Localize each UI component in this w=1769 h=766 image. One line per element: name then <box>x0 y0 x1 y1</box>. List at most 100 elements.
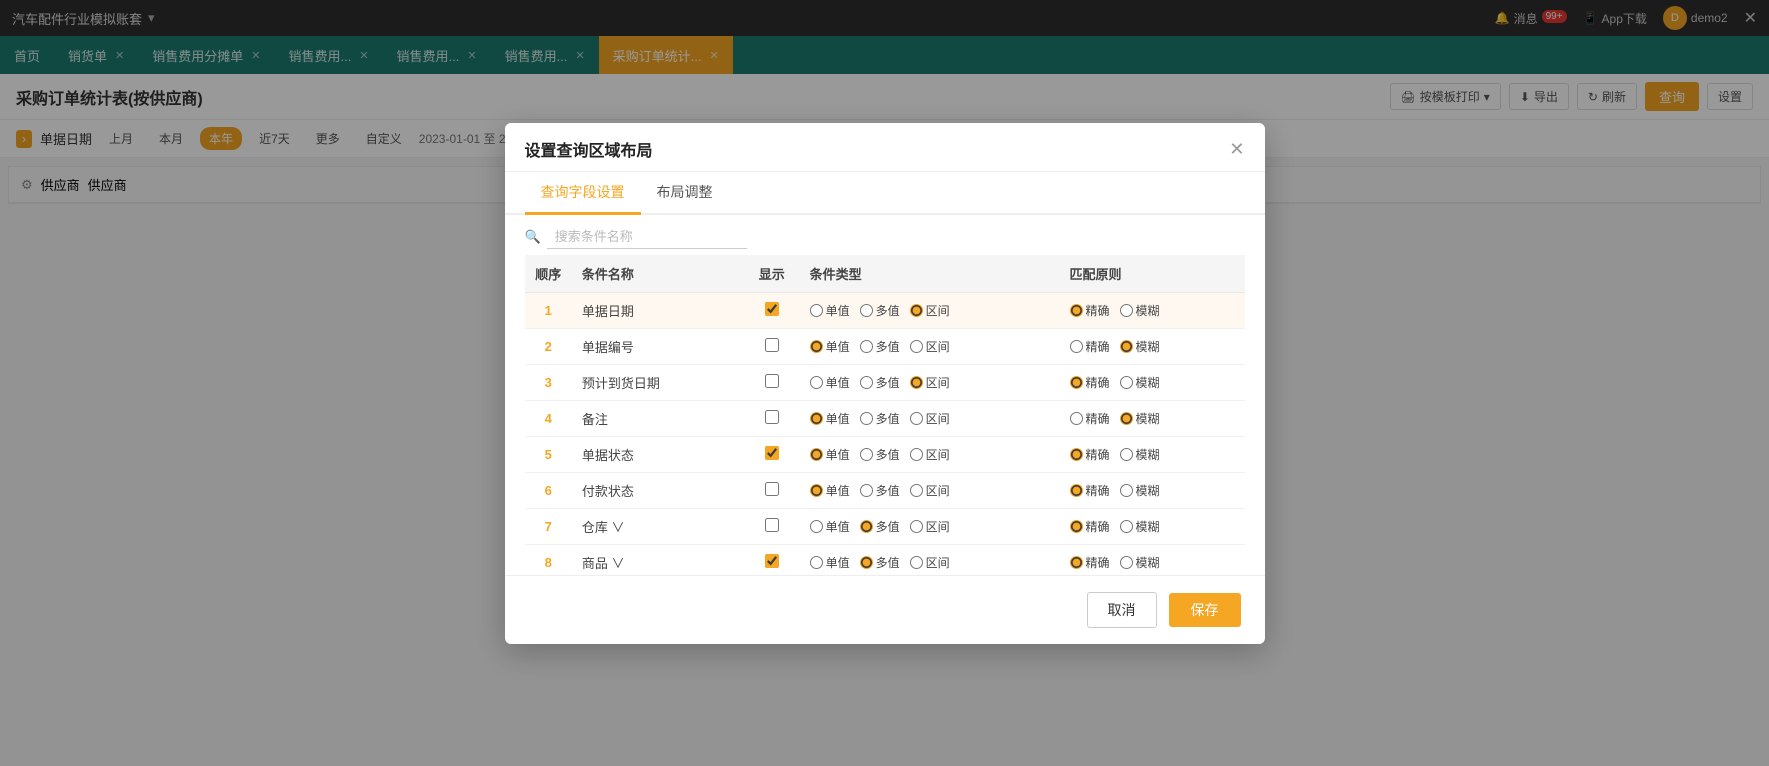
row-order: 4 <box>525 400 572 436</box>
modal-header: 设置查询区域布局 ✕ <box>505 123 1265 172</box>
type-radio-item[interactable]: 多值 <box>860 374 900 391</box>
row-match-cell: 精确模糊 <box>1060 328 1245 364</box>
match-radio-item[interactable]: 精确 <box>1070 482 1110 499</box>
modal-tabs: 查询字段设置 布局调整 <box>505 172 1265 215</box>
modal-tab-layout[interactable]: 布局调整 <box>641 172 729 215</box>
display-checkbox[interactable] <box>765 554 779 568</box>
display-checkbox[interactable] <box>765 338 779 352</box>
modal-dialog: 设置查询区域布局 ✕ 查询字段设置 布局调整 🔍 顺序 条件名称 <box>505 123 1265 644</box>
match-radio-item[interactable]: 模糊 <box>1120 554 1160 571</box>
row-type-cell: 单值多值区间 <box>800 508 1060 544</box>
cancel-button[interactable]: 取消 <box>1087 592 1157 628</box>
row-display-cell[interactable] <box>744 436 800 472</box>
row-match-cell: 精确模糊 <box>1060 544 1245 575</box>
row-display-cell[interactable] <box>744 544 800 575</box>
row-name: 备注 <box>572 400 744 436</box>
table-row: 5单据状态单值多值区间精确模糊 <box>525 436 1245 472</box>
modal-tab-fields[interactable]: 查询字段设置 <box>525 172 641 215</box>
row-display-cell[interactable] <box>744 508 800 544</box>
match-radio-item[interactable]: 精确 <box>1070 554 1110 571</box>
row-display-cell[interactable] <box>744 400 800 436</box>
row-name: 仓库 ∨ <box>572 508 744 544</box>
match-radio-item[interactable]: 精确 <box>1070 446 1110 463</box>
match-radio-item[interactable]: 精确 <box>1070 302 1110 319</box>
row-order: 6 <box>525 472 572 508</box>
display-checkbox[interactable] <box>765 410 779 424</box>
type-radio-item[interactable]: 区间 <box>910 374 950 391</box>
type-radio-item[interactable]: 区间 <box>910 338 950 355</box>
type-radio-item[interactable]: 单值 <box>810 446 850 463</box>
modal-search: 🔍 <box>505 215 1265 255</box>
type-radio-item[interactable]: 多值 <box>860 338 900 355</box>
row-order: 1 <box>525 292 572 328</box>
display-checkbox[interactable] <box>765 446 779 460</box>
col-order: 顺序 <box>525 255 572 293</box>
row-type-cell: 单值多值区间 <box>800 292 1060 328</box>
type-radio-item[interactable]: 多值 <box>860 446 900 463</box>
display-checkbox[interactable] <box>765 374 779 388</box>
type-radio-item[interactable]: 单值 <box>810 410 850 427</box>
match-radio-item[interactable]: 模糊 <box>1120 518 1160 535</box>
match-radio-item[interactable]: 模糊 <box>1120 374 1160 391</box>
display-checkbox[interactable] <box>765 302 779 316</box>
type-radio-item[interactable]: 单值 <box>810 374 850 391</box>
row-order: 8 <box>525 544 572 575</box>
display-checkbox[interactable] <box>765 482 779 496</box>
save-button[interactable]: 保存 <box>1169 593 1241 627</box>
row-name: 单据编号 <box>572 328 744 364</box>
type-radio-item[interactable]: 单值 <box>810 518 850 535</box>
type-radio-item[interactable]: 单值 <box>810 482 850 499</box>
match-radio-item[interactable]: 精确 <box>1070 374 1110 391</box>
table-row: 3预计到货日期单值多值区间精确模糊 <box>525 364 1245 400</box>
row-display-cell[interactable] <box>744 364 800 400</box>
col-name: 条件名称 <box>572 255 744 293</box>
row-type-cell: 单值多值区间 <box>800 364 1060 400</box>
modal-footer: 取消 保存 <box>505 575 1265 644</box>
display-checkbox[interactable] <box>765 518 779 532</box>
row-type-cell: 单值多值区间 <box>800 544 1060 575</box>
row-order: 7 <box>525 508 572 544</box>
table-row: 2单据编号单值多值区间精确模糊 <box>525 328 1245 364</box>
row-type-cell: 单值多值区间 <box>800 472 1060 508</box>
row-display-cell[interactable] <box>744 328 800 364</box>
match-radio-item[interactable]: 模糊 <box>1120 446 1160 463</box>
table-row: 6付款状态单值多值区间精确模糊 <box>525 472 1245 508</box>
table-row: 4备注 单值多值区间 精确模糊 <box>525 400 1245 436</box>
row-name: 单据状态 <box>572 436 744 472</box>
row-display-cell[interactable] <box>744 472 800 508</box>
type-radio-item[interactable]: 单值 <box>810 338 850 355</box>
type-radio-item[interactable]: 多值 <box>860 518 900 535</box>
table-header: 顺序 条件名称 显示 条件类型 匹配原则 <box>525 255 1245 293</box>
type-radio-item[interactable]: 区间 <box>910 302 950 319</box>
type-radio-item[interactable]: 单值 <box>810 302 850 319</box>
type-radio-item[interactable]: 区间 <box>910 410 950 427</box>
type-radio-item[interactable]: 多值 <box>860 302 900 319</box>
type-radio-item[interactable]: 区间 <box>910 518 950 535</box>
type-radio-item[interactable]: 多值 <box>860 482 900 499</box>
modal-close-btn[interactable]: ✕ <box>1229 140 1244 158</box>
type-radio-item[interactable]: 多值 <box>860 554 900 571</box>
type-radio-item[interactable]: 区间 <box>910 446 950 463</box>
match-radio-item[interactable]: 精确 <box>1070 338 1110 355</box>
row-display-cell[interactable] <box>744 292 800 328</box>
col-type: 条件类型 <box>800 255 1060 293</box>
table-row: 1单据日期单值多值区间精确模糊 <box>525 292 1245 328</box>
match-radio-item[interactable]: 精确 <box>1070 410 1110 427</box>
modal-overlay[interactable]: 设置查询区域布局 ✕ 查询字段设置 布局调整 🔍 顺序 条件名称 <box>0 0 1769 766</box>
match-radio-item[interactable]: 模糊 <box>1120 338 1160 355</box>
type-radio-item[interactable]: 单值 <box>810 554 850 571</box>
match-radio-item[interactable]: 模糊 <box>1120 410 1160 427</box>
type-radio-item[interactable]: 区间 <box>910 482 950 499</box>
match-radio-item[interactable]: 模糊 <box>1120 302 1160 319</box>
col-display: 显示 <box>744 255 800 293</box>
table-row: 8商品 ∨单值多值区间精确模糊 <box>525 544 1245 575</box>
row-match-cell: 精确模糊 <box>1060 508 1245 544</box>
match-radio-item[interactable]: 模糊 <box>1120 482 1160 499</box>
row-name: 商品 ∨ <box>572 544 744 575</box>
match-radio-item[interactable]: 精确 <box>1070 518 1110 535</box>
type-radio-item[interactable]: 区间 <box>910 554 950 571</box>
search-input[interactable] <box>547 225 747 249</box>
type-radio-item[interactable]: 多值 <box>860 410 900 427</box>
row-match-cell: 精确模糊 <box>1060 364 1245 400</box>
row-type-cell: 单值多值区间 <box>800 436 1060 472</box>
